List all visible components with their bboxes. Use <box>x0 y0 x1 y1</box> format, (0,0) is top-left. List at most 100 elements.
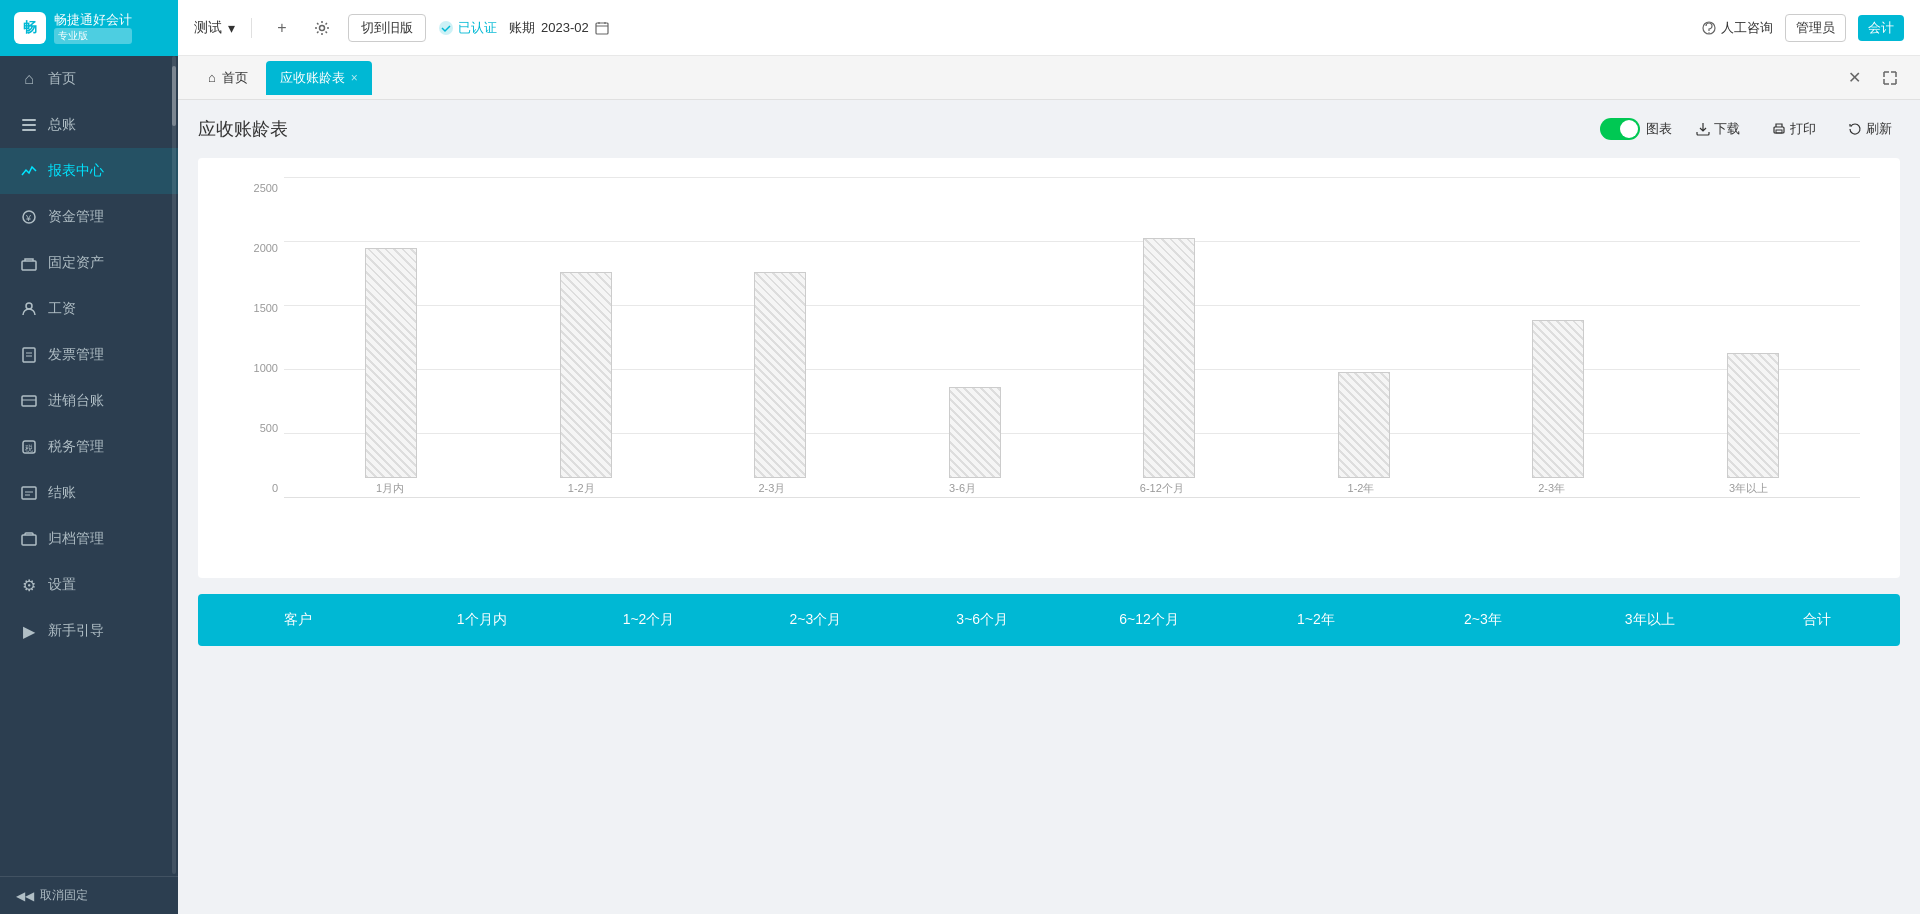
chart-toggle[interactable] <box>1600 118 1640 140</box>
col-header-customer: 客户 <box>198 611 398 629</box>
svg-rect-7 <box>23 348 35 362</box>
svg-point-18 <box>320 25 325 30</box>
svg-text:税: 税 <box>25 444 33 453</box>
tab-home[interactable]: ⌂ 首页 <box>194 61 262 95</box>
svg-rect-27 <box>1776 130 1782 133</box>
tabbar: ⌂ 首页 应收账龄表 × ✕ <box>178 56 1920 100</box>
sidebar-item-archive[interactable]: 归档管理 <box>0 516 178 562</box>
archive-icon <box>20 530 38 548</box>
bar-2-3年 <box>1532 320 1584 478</box>
svg-point-6 <box>26 303 32 309</box>
x-label-2: 1-2月 <box>568 481 595 496</box>
settings-btn[interactable] <box>308 14 336 42</box>
expand-btn[interactable] <box>1876 64 1904 92</box>
workspace-selector[interactable]: 测试 ▾ <box>194 19 235 37</box>
bar-2-3月 <box>754 272 806 478</box>
ledger-icon <box>20 116 38 134</box>
sidebar-item-label: 资金管理 <box>48 208 104 226</box>
settings-icon: ⚙ <box>20 576 38 594</box>
sidebar-item-home[interactable]: ⌂ 首页 <box>0 56 178 102</box>
logo-icon: 畅 <box>14 12 46 44</box>
refresh-btn[interactable]: 刷新 <box>1840 116 1900 142</box>
user-btn[interactable]: 管理员 <box>1785 14 1846 42</box>
main-area: 测试 ▾ + 切到旧版 已认证 账期 2023-02 人工咨询 管理员 会计 <box>178 0 1920 914</box>
page-content: 应收账龄表 图表 下载 打印 刷新 <box>178 100 1920 914</box>
tab-home-label: 首页 <box>222 69 248 87</box>
bar-group-8 <box>1727 353 1779 478</box>
service-btn[interactable]: 人工咨询 <box>1701 19 1773 37</box>
svg-rect-2 <box>22 129 36 131</box>
sidebar-item-settle[interactable]: 结账 <box>0 470 178 516</box>
topbar-divider-1 <box>251 18 252 38</box>
chart-plot: 1月内 1-2月 2-3月 3-6月 6-12个月 1-2年 2-3年 3年以上 <box>284 178 1860 498</box>
svg-rect-1 <box>22 124 36 126</box>
tab-close-btn[interactable]: × <box>351 71 358 85</box>
bar-group-4 <box>949 387 1001 478</box>
x-label-5: 6-12个月 <box>1140 481 1184 496</box>
svg-rect-14 <box>22 487 36 499</box>
col-header-total: 合计 <box>1733 611 1900 629</box>
sidebar-item-settings[interactable]: ⚙ 设置 <box>0 562 178 608</box>
switch-version-btn[interactable]: 切到旧版 <box>348 14 426 42</box>
col-header-2-3y: 2~3年 <box>1399 611 1566 629</box>
sidebar-item-label: 首页 <box>48 70 76 88</box>
bar-1月内 <box>365 248 417 478</box>
sidebar-item-guide[interactable]: ▶ 新手引导 <box>0 608 178 654</box>
cancel-fixed-btn[interactable]: ◀◀ 取消固定 <box>0 876 178 914</box>
home-tab-icon: ⌂ <box>208 70 216 85</box>
app-name: 畅捷通好会计 <box>54 12 132 29</box>
sidebar-item-invoice[interactable]: 发票管理 <box>0 332 178 378</box>
bar-3-6月 <box>949 387 1001 478</box>
sidebar-item-label: 报表中心 <box>48 162 104 180</box>
sidebar-item-label: 结账 <box>48 484 76 502</box>
invoice-icon <box>20 346 38 364</box>
page-title: 应收账龄表 <box>198 117 288 141</box>
chart-container: 0 500 1000 1500 2000 2500 <box>198 158 1900 578</box>
sidebar-item-salary[interactable]: 工资 <box>0 286 178 332</box>
bar-group-2 <box>560 272 612 478</box>
sidebar-item-label: 总账 <box>48 116 76 134</box>
sidebar-item-label: 进销台账 <box>48 392 104 410</box>
sidebar-item-ledger[interactable]: 总账 <box>0 102 178 148</box>
bar-group-1 <box>365 248 417 478</box>
download-btn[interactable]: 下载 <box>1688 116 1748 142</box>
svg-rect-20 <box>596 23 608 34</box>
sidebar-item-label: 税务管理 <box>48 438 104 456</box>
sidebar: 畅 畅捷通好会计 专业版 ⌂ 首页 总账 报表中心 ¥ <box>0 0 178 914</box>
tab-aging[interactable]: 应收账龄表 × <box>266 61 372 95</box>
workspace-name: 测试 <box>194 19 222 37</box>
table-header: 客户 1个月内 1~2个月 2~3个月 3~6个月 6~12个月 1~2年 2~… <box>198 594 1900 646</box>
x-axis: 1月内 1-2月 2-3月 3-6月 6-12个月 1-2年 2-3年 3年以上 <box>284 478 1860 498</box>
sidebar-item-assets[interactable]: 固定资产 <box>0 240 178 286</box>
aging-table: 客户 1个月内 1~2个月 2~3个月 3~6个月 6~12个月 1~2年 2~… <box>198 594 1900 646</box>
add-workspace-btn[interactable]: + <box>268 14 296 42</box>
close-panel-btn[interactable]: ✕ <box>1840 64 1868 92</box>
page-actions: 图表 下载 打印 刷新 <box>1600 116 1900 142</box>
svg-rect-10 <box>22 396 36 406</box>
sidebar-item-label: 新手引导 <box>48 622 104 640</box>
sidebar-item-label: 设置 <box>48 576 76 594</box>
x-label-3: 2-3月 <box>758 481 785 496</box>
sidebar-item-purchsale[interactable]: 进销台账 <box>0 378 178 424</box>
bar-group-5 <box>1143 238 1195 478</box>
purchsale-icon <box>20 392 38 410</box>
bar-group-6 <box>1338 372 1390 478</box>
sidebar-item-funds[interactable]: ¥ 资金管理 <box>0 194 178 240</box>
page-header: 应收账龄表 图表 下载 打印 刷新 <box>198 116 1900 142</box>
x-label-4: 3-6月 <box>949 481 976 496</box>
sidebar-item-reports[interactable]: 报表中心 <box>0 148 178 194</box>
sidebar-item-tax[interactable]: 税 税务管理 <box>0 424 178 470</box>
bar-1-2月 <box>560 272 612 478</box>
topbar: 测试 ▾ + 切到旧版 已认证 账期 2023-02 人工咨询 管理员 会计 <box>178 0 1920 56</box>
chart-area: 0 500 1000 1500 2000 2500 <box>228 178 1870 538</box>
role-btn[interactable]: 会计 <box>1858 15 1904 41</box>
col-header-1-2y: 1~2年 <box>1233 611 1400 629</box>
bar-group-7 <box>1532 320 1584 478</box>
settle-icon <box>20 484 38 502</box>
col-header-3-6m: 3~6个月 <box>899 611 1066 629</box>
sidebar-item-label: 发票管理 <box>48 346 104 364</box>
print-btn[interactable]: 打印 <box>1764 116 1824 142</box>
home-icon: ⌂ <box>20 70 38 88</box>
x-label-8: 3年以上 <box>1729 481 1768 496</box>
chart-toggle-wrap: 图表 <box>1600 118 1672 140</box>
